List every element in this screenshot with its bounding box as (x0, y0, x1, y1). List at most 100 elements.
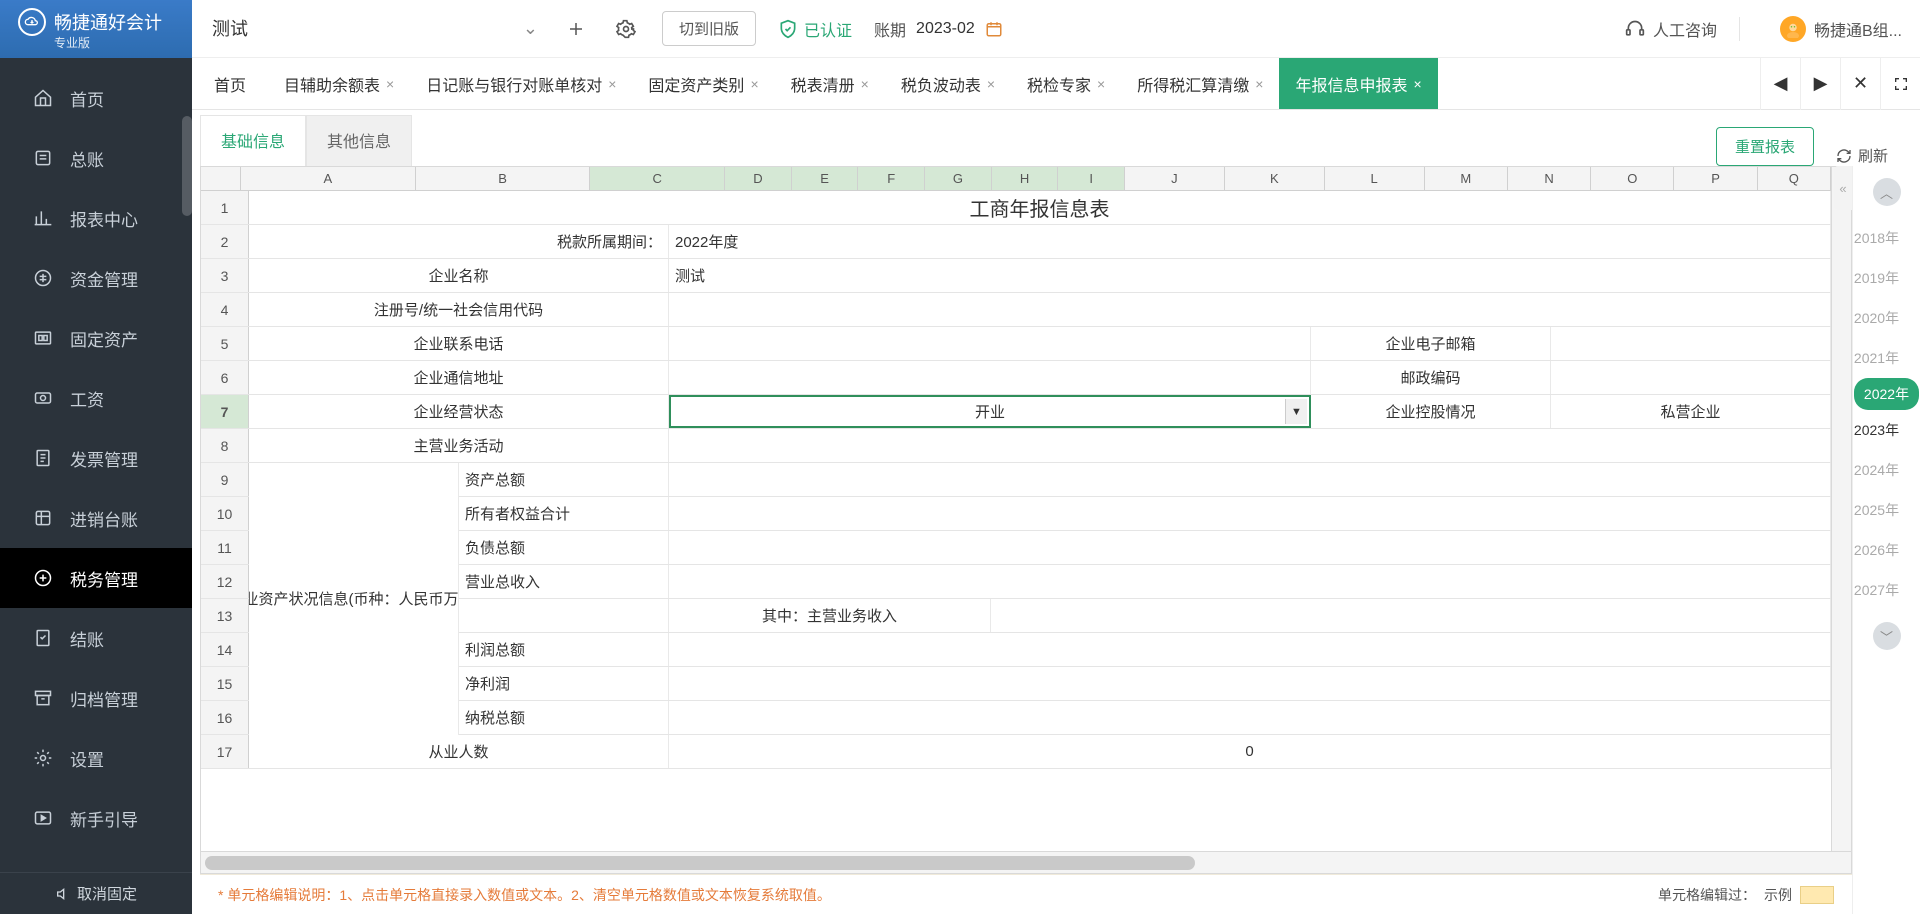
year-2024年[interactable]: 2024年 (1854, 450, 1919, 490)
tab-税表清册[interactable]: 税表清册× (775, 58, 885, 109)
tabs-fullscreen[interactable] (1880, 58, 1920, 110)
cell[interactable]: 净利润 (459, 667, 669, 700)
cell[interactable] (669, 361, 1311, 394)
cell[interactable]: 企业联系电话 (249, 327, 669, 360)
sidebar-item-tax[interactable]: 税务管理 (0, 548, 192, 608)
cell[interactable]: 其中：主营业务收入 (669, 599, 991, 632)
row-header-2[interactable]: 2 (201, 225, 249, 258)
cell[interactable] (669, 293, 1831, 326)
cell[interactable] (669, 463, 1831, 496)
row-header-4[interactable]: 4 (201, 293, 249, 326)
row-header-7[interactable]: 7 (201, 395, 249, 428)
cell[interactable] (669, 497, 1831, 530)
grid-body[interactable]: 1工商年报信息表2税款所属期间：2022年度3企业名称测试4注册号/统一社会信用… (201, 191, 1831, 851)
cell[interactable] (669, 633, 1831, 666)
cell[interactable] (669, 327, 1311, 360)
switch-old-version-button[interactable]: 切到旧版 (662, 11, 756, 46)
col-header-N[interactable]: N (1508, 167, 1591, 190)
tabs-close-all[interactable]: ✕ (1840, 58, 1880, 110)
cell[interactable]: 企业通信地址 (249, 361, 669, 394)
year-2019年[interactable]: 2019年 (1854, 258, 1919, 298)
col-header-M[interactable]: M (1425, 167, 1508, 190)
tabs-scroll-right[interactable]: ▶ (1800, 58, 1840, 110)
tab-close-icon[interactable]: × (1255, 76, 1263, 92)
tab-close-icon[interactable]: × (861, 76, 869, 92)
row-header-12[interactable]: 12 (201, 565, 249, 598)
cell[interactable]: 负债总额 (459, 531, 669, 564)
cell[interactable]: 利润总额 (459, 633, 669, 666)
col-header-H[interactable]: H (992, 167, 1059, 190)
sidebar-item-reports[interactable]: 报表中心 (0, 188, 192, 248)
col-header-O[interactable]: O (1591, 167, 1674, 190)
tabs-scroll-left[interactable]: ◀ (1760, 58, 1800, 110)
settings-gear-button[interactable] (612, 15, 640, 43)
sidebar-item-ledger[interactable]: 总账 (0, 128, 192, 188)
select-all-corner[interactable] (201, 167, 241, 190)
tab-close-icon[interactable]: × (750, 76, 758, 92)
cell[interactable] (669, 667, 1831, 700)
row-header-8[interactable]: 8 (201, 429, 249, 462)
cell[interactable]: 0 (669, 735, 1831, 768)
col-header-C[interactable]: C (590, 167, 725, 190)
sidebar-item-close[interactable]: 结账 (0, 608, 192, 668)
cell[interactable]: 企业经营状态 (249, 395, 669, 428)
cell[interactable] (669, 531, 1831, 564)
tab-close-icon[interactable]: × (987, 76, 995, 92)
cell[interactable]: 企业控股情况 (1311, 395, 1551, 428)
col-header-A[interactable]: A (241, 167, 416, 190)
tab-home[interactable]: 首页 (192, 58, 268, 109)
company-selector[interactable]: 测试 ⌄ (210, 9, 540, 48)
cell[interactable]: 资产总额 (459, 463, 669, 496)
reset-report-button[interactable]: 重置报表 (1716, 127, 1814, 166)
accounting-period[interactable]: 账期 2023-02 (874, 17, 1003, 41)
sidebar-item-home[interactable]: 首页 (0, 68, 192, 128)
subtab-basic[interactable]: 基础信息 (200, 115, 306, 166)
row-header-13[interactable]: 13 (201, 599, 249, 632)
tab-税负波动表[interactable]: 税负波动表× (885, 58, 1011, 109)
dropdown-arrow-icon[interactable]: ▼ (1285, 399, 1307, 424)
col-header-G[interactable]: G (925, 167, 992, 190)
sidebar-item-salary[interactable]: 工资 (0, 368, 192, 428)
sidebar-item-archive[interactable]: 归档管理 (0, 668, 192, 728)
col-header-B[interactable]: B (416, 167, 591, 190)
row-header-14[interactable]: 14 (201, 633, 249, 666)
col-header-L[interactable]: L (1325, 167, 1425, 190)
year-2018年[interactable]: 2018年 (1854, 218, 1919, 258)
spreadsheet[interactable]: ABCDEFGHIJKLMNOPQ 1工商年报信息表2税款所属期间：2022年度… (200, 166, 1852, 874)
cell[interactable]: 私营企业 (1551, 395, 1831, 428)
business-status-dropdown[interactable]: 开业▼ (669, 395, 1311, 428)
subtab-other[interactable]: 其他信息 (306, 115, 412, 166)
tab-固定资产类别[interactable]: 固定资产类别× (632, 58, 774, 109)
sidebar-item-funds[interactable]: 资金管理 (0, 248, 192, 308)
cell[interactable] (669, 565, 1831, 598)
cell[interactable] (459, 599, 669, 632)
vertical-scrollbar[interactable] (1831, 167, 1851, 851)
tab-close-icon[interactable]: × (608, 76, 616, 92)
consult-button[interactable]: 人工咨询 (1625, 17, 1717, 41)
tab-日记账与银行对账单核对[interactable]: 日记账与银行对账单核对× (410, 58, 632, 109)
col-header-Q[interactable]: Q (1758, 167, 1831, 190)
cell[interactable]: 2022年度 (669, 225, 1831, 258)
year-2021年[interactable]: 2021年 (1854, 338, 1919, 378)
sidebar-item-invoice[interactable]: 发票管理 (0, 428, 192, 488)
cell[interactable]: 邮政编码 (1311, 361, 1551, 394)
col-header-J[interactable]: J (1125, 167, 1225, 190)
cell[interactable]: 税款所属期间： (249, 225, 669, 258)
row-header-16[interactable]: 16 (201, 701, 249, 734)
col-header-P[interactable]: P (1674, 167, 1757, 190)
cell[interactable] (1551, 327, 1831, 360)
year-panel-collapse[interactable]: « (1834, 166, 1852, 210)
col-header-D[interactable]: D (725, 167, 792, 190)
sidebar-item-jinxiao[interactable]: 进销台账 (0, 488, 192, 548)
cell[interactable]: 企业名称 (249, 259, 669, 292)
col-header-I[interactable]: I (1058, 167, 1125, 190)
tab-close-icon[interactable]: × (1097, 76, 1105, 92)
sidebar-item-fixed-assets[interactable]: 固定资产 (0, 308, 192, 368)
cell[interactable]: 主营业务活动 (249, 429, 669, 462)
cell[interactable]: 纳税总额 (459, 701, 669, 734)
refresh-button[interactable]: 刷新 (1836, 145, 1888, 166)
tab-税检专家[interactable]: 税检专家× (1011, 58, 1121, 109)
row-header-10[interactable]: 10 (201, 497, 249, 530)
tab-close-icon[interactable]: × (1413, 76, 1421, 92)
tab-所得税汇算清缴[interactable]: 所得税汇算清缴× (1121, 58, 1279, 109)
